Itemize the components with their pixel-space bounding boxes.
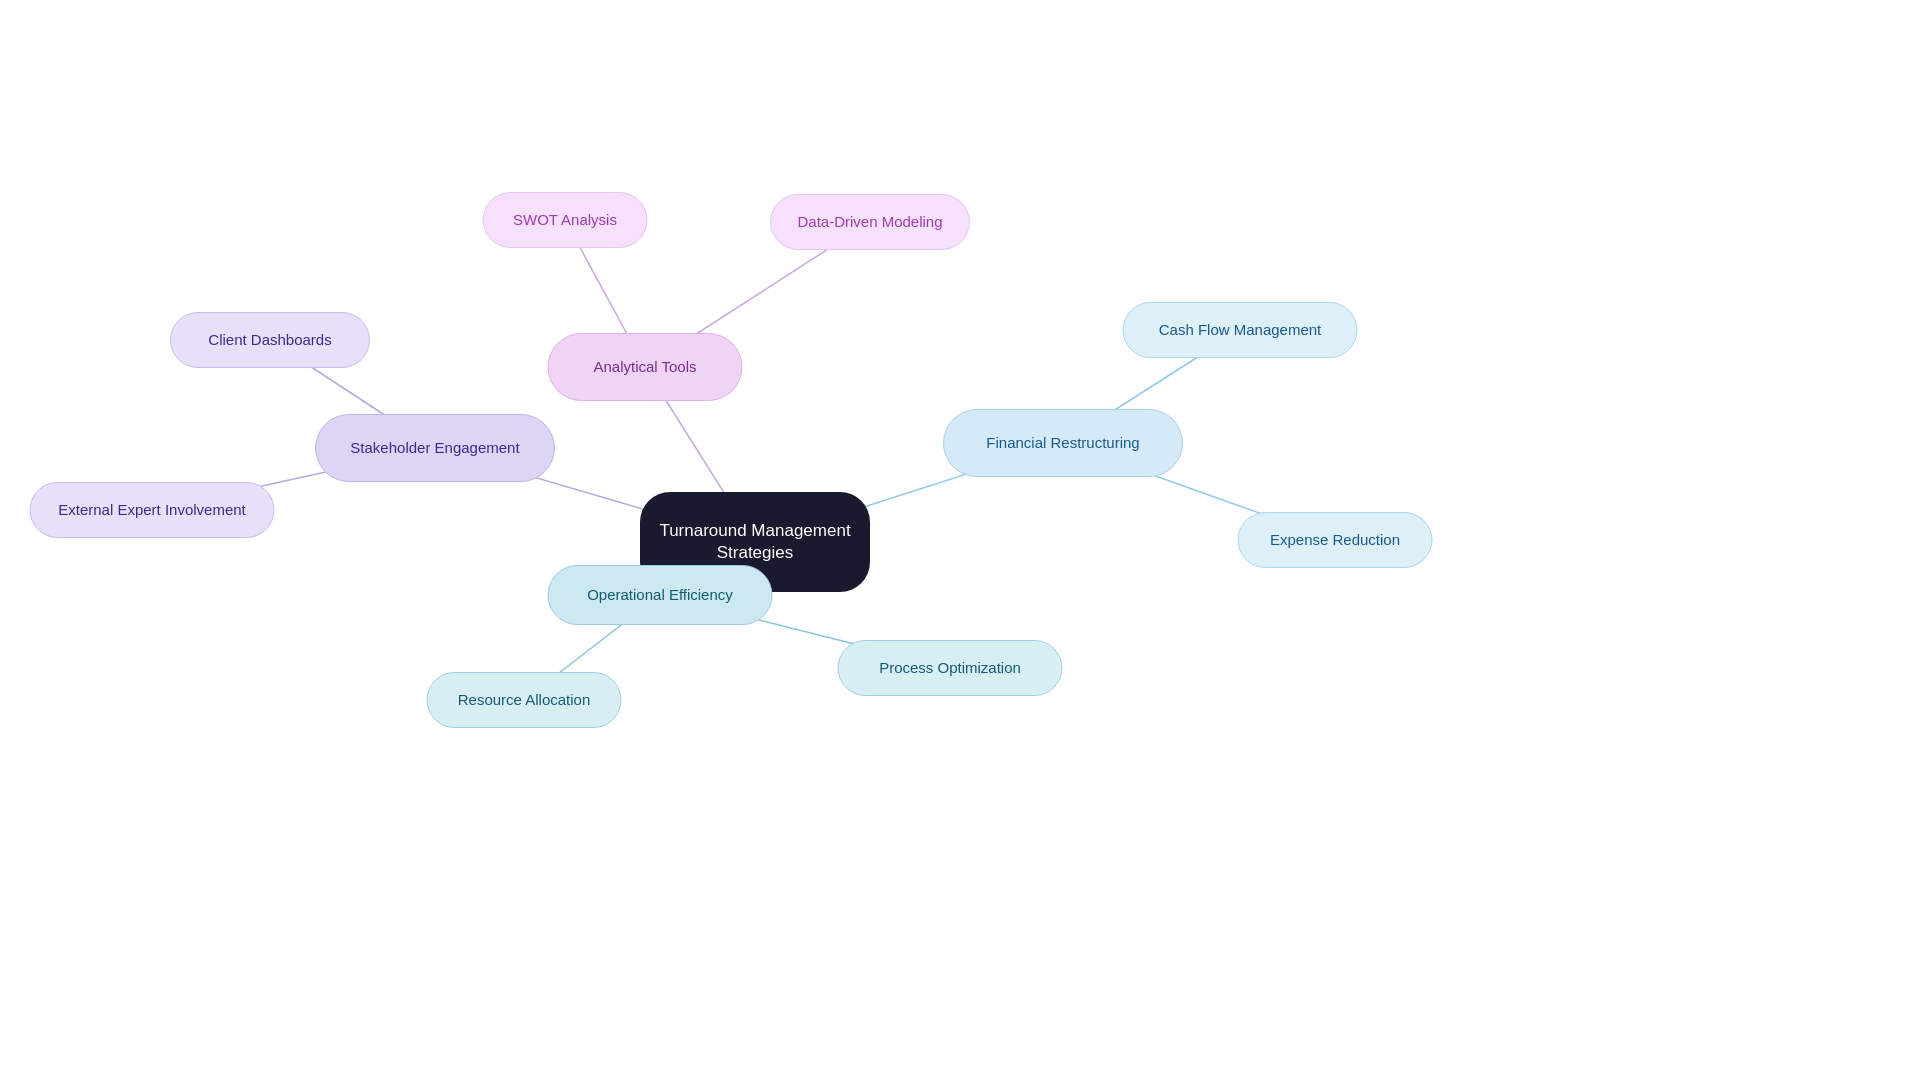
financial-label: Financial Restructuring: [986, 433, 1139, 453]
external-expert-label: External Expert Involvement: [58, 500, 246, 520]
client-dashboards-node[interactable]: Client Dashboards: [170, 312, 370, 368]
cashflow-node[interactable]: Cash Flow Management: [1123, 302, 1358, 358]
expense-label: Expense Reduction: [1270, 530, 1400, 550]
operational-efficiency-node[interactable]: Operational Efficiency: [548, 565, 773, 625]
resource-allocation-node[interactable]: Resource Allocation: [427, 672, 622, 728]
external-expert-node[interactable]: External Expert Involvement: [30, 482, 275, 538]
analytical-tools-node[interactable]: Analytical Tools: [548, 333, 743, 401]
data-driven-node[interactable]: Data-Driven Modeling: [770, 194, 970, 250]
process-label: Process Optimization: [879, 658, 1021, 678]
expense-reduction-node[interactable]: Expense Reduction: [1238, 512, 1433, 568]
financial-restructuring-node[interactable]: Financial Restructuring: [943, 409, 1183, 477]
swot-analysis-node[interactable]: SWOT Analysis: [483, 192, 648, 248]
data-driven-label: Data-Driven Modeling: [797, 212, 942, 232]
stakeholder-label: Stakeholder Engagement: [350, 438, 519, 458]
operational-label: Operational Efficiency: [587, 585, 733, 605]
resource-label: Resource Allocation: [458, 690, 591, 710]
swot-label: SWOT Analysis: [513, 210, 617, 230]
stakeholder-node[interactable]: Stakeholder Engagement: [315, 414, 555, 482]
cashflow-label: Cash Flow Management: [1159, 320, 1322, 340]
client-dashboards-label: Client Dashboards: [208, 330, 331, 350]
analytical-tools-label: Analytical Tools: [593, 357, 696, 377]
process-optimization-node[interactable]: Process Optimization: [838, 640, 1063, 696]
center-node-label: Turnaround Management Strategies: [640, 520, 870, 564]
